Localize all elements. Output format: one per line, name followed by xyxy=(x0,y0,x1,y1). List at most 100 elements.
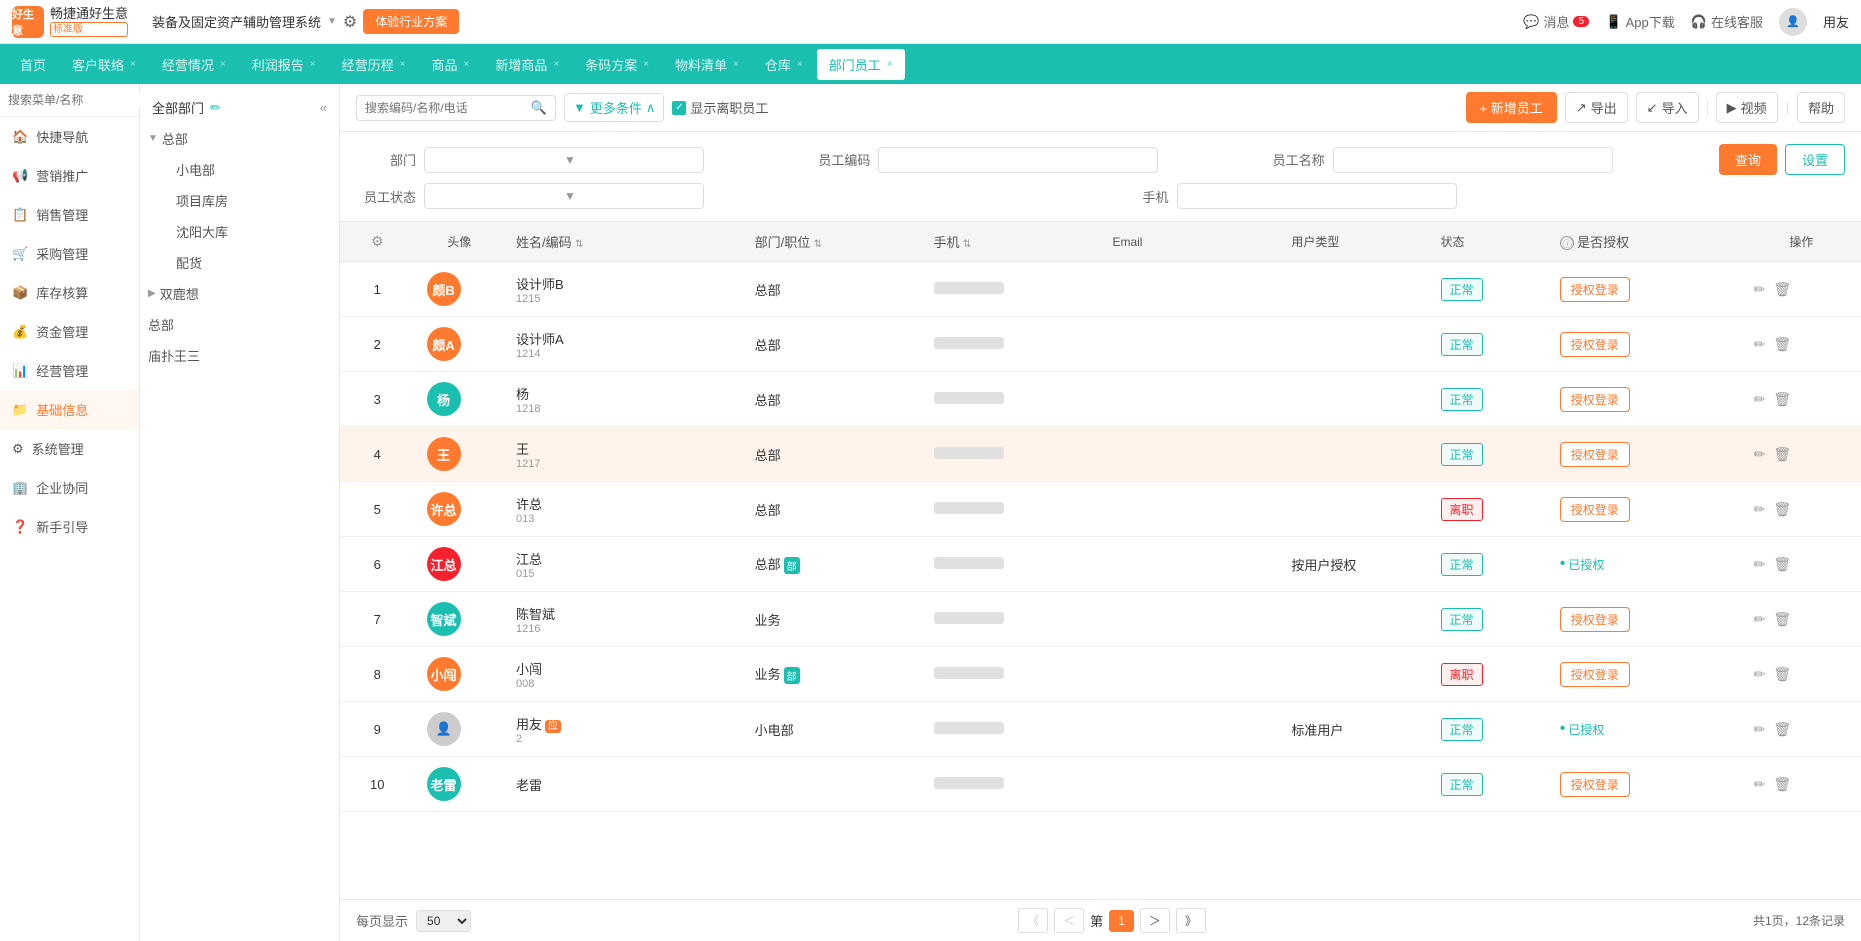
search-input[interactable] xyxy=(365,101,527,115)
tab-customer[interactable]: 客户联络 × xyxy=(60,49,148,80)
close-icon[interactable]: × xyxy=(553,59,559,70)
auth-button[interactable]: 授权登录 xyxy=(1560,607,1630,632)
resigned-checkbox[interactable]: ✓ xyxy=(672,101,686,115)
help-button[interactable]: 帮助 xyxy=(1797,92,1845,123)
app-download-action[interactable]: 📱 App下载 xyxy=(1605,12,1674,31)
edit-icon[interactable]: ✏ xyxy=(1754,666,1766,683)
sidebar-item-system[interactable]: ⚙ 系统管理 xyxy=(0,429,139,468)
auth-button[interactable]: 授权登录 xyxy=(1560,662,1630,687)
sidebar-item-quicknav[interactable]: 🏠 快捷导航 xyxy=(0,117,139,156)
delete-icon[interactable]: 🗑 xyxy=(1773,556,1791,573)
tree-item-general[interactable]: ▼ 总部 xyxy=(140,123,339,154)
delete-icon[interactable]: 🗑 xyxy=(1773,336,1791,353)
prev-page-button[interactable]: ＜ xyxy=(1054,908,1084,933)
sidebar-item-marketing[interactable]: 📢 营销推广 xyxy=(0,156,139,195)
delete-icon[interactable]: 🗑 xyxy=(1773,446,1791,463)
sidebar-item-operation[interactable]: 📊 经营管理 xyxy=(0,351,139,390)
tab-profit[interactable]: 利润报告 × xyxy=(240,49,328,80)
tree-item-project[interactable]: 项目库房 xyxy=(168,185,339,216)
user-avatar[interactable]: 👤 xyxy=(1779,8,1807,36)
tab-barcode[interactable]: 条码方案 × xyxy=(573,49,661,80)
sort-icon[interactable]: ⇅ xyxy=(963,239,971,250)
page-size-select[interactable]: 50 20 100 xyxy=(416,910,471,932)
edit-icon[interactable]: ✏ xyxy=(1754,721,1766,738)
tree-item-zongbu[interactable]: 总部 xyxy=(140,309,339,340)
close-icon[interactable]: × xyxy=(220,59,226,70)
delete-icon[interactable]: 🗑 xyxy=(1773,391,1791,408)
auth-button[interactable]: 授权登录 xyxy=(1560,442,1630,467)
edit-icon[interactable]: ✏ xyxy=(1754,611,1766,628)
set-button[interactable]: 设置 xyxy=(1785,144,1845,175)
edit-icon[interactable]: ✏ xyxy=(1754,336,1766,353)
query-button[interactable]: 查询 xyxy=(1719,144,1777,175)
auth-button[interactable]: 授权登录 xyxy=(1560,497,1630,522)
current-page-button[interactable]: 1 xyxy=(1109,910,1134,932)
close-icon[interactable]: × xyxy=(310,59,316,70)
experience-button[interactable]: 体验行业方案 xyxy=(363,9,459,34)
last-page-button[interactable]: 》 xyxy=(1176,908,1206,933)
delete-icon[interactable]: 🗑 xyxy=(1773,666,1791,683)
filter-status-select[interactable]: ▼ xyxy=(424,183,704,209)
sidebar-item-basic[interactable]: 📁 基础信息 xyxy=(0,390,139,429)
delete-icon[interactable]: 🗑 xyxy=(1773,721,1791,738)
import-button[interactable]: ↙ 导入 xyxy=(1636,92,1699,123)
tree-item-shuanglu[interactable]: ▶ 双鹿想 xyxy=(140,278,339,309)
filter-dept-select[interactable]: ▼ xyxy=(424,147,704,173)
tab-process[interactable]: 经营历程 × xyxy=(330,49,418,80)
edit-icon[interactable]: ✏ xyxy=(1754,556,1766,573)
close-icon[interactable]: × xyxy=(463,59,469,70)
edit-icon[interactable]: ✏ xyxy=(1754,281,1766,298)
filter-phone-input[interactable] xyxy=(1177,183,1457,209)
delete-icon[interactable]: 🗑 xyxy=(1773,281,1791,298)
sort-icon[interactable]: ⇅ xyxy=(575,239,583,250)
tab-goods[interactable]: 商品 × xyxy=(419,49,481,80)
auth-button[interactable]: 授权登录 xyxy=(1560,387,1630,412)
close-icon[interactable]: × xyxy=(887,59,893,70)
tab-addgoods[interactable]: 新增商品 × xyxy=(483,49,571,80)
sidebar-item-finance[interactable]: 💰 资金管理 xyxy=(0,312,139,351)
tab-warehouse[interactable]: 仓库 × xyxy=(753,49,815,80)
tab-material[interactable]: 物料清单 × xyxy=(663,49,751,80)
next-page-button[interactable]: ＞ xyxy=(1140,908,1170,933)
message-action[interactable]: 💬 消息 5 xyxy=(1523,12,1589,31)
edit-icon[interactable]: ✏ xyxy=(1754,391,1766,408)
edit-icon[interactable]: ✏ xyxy=(1754,446,1766,463)
tab-business[interactable]: 经营情况 × xyxy=(150,49,238,80)
tab-staff[interactable]: 部门员工 × xyxy=(817,49,905,80)
th-settings[interactable]: ⚙ xyxy=(340,222,415,262)
sidebar-item-guide[interactable]: ❓ 新手引导 xyxy=(0,507,139,546)
auth-button[interactable]: 授权登录 xyxy=(1560,332,1630,357)
tab-home[interactable]: 首页 xyxy=(8,49,58,80)
sidebar-item-sales[interactable]: 📋 销售管理 xyxy=(0,195,139,234)
table-settings-icon[interactable]: ⚙ xyxy=(371,233,384,249)
delete-icon[interactable]: 🗑 xyxy=(1773,776,1791,793)
system-arrow[interactable]: ▼ xyxy=(327,16,337,27)
tree-item-peihuo[interactable]: 配货 xyxy=(168,247,339,278)
sort-icon[interactable]: ⇅ xyxy=(814,239,822,250)
delete-icon[interactable]: 🗑 xyxy=(1773,611,1791,628)
tree-item-shenyang[interactable]: 沈阳大库 xyxy=(168,216,339,247)
filter-empname-input[interactable] xyxy=(1333,147,1613,173)
tree-edit-icon[interactable]: ✏ xyxy=(210,100,221,116)
close-icon[interactable]: × xyxy=(797,59,803,70)
sidebar-item-inventory[interactable]: 📦 库存核算 xyxy=(0,273,139,312)
show-resigned-toggle[interactable]: ✓ 显示离职员工 xyxy=(672,98,768,117)
online-service-action[interactable]: 🎧 在线客服 xyxy=(1691,12,1763,31)
edit-icon[interactable]: ✏ xyxy=(1754,501,1766,518)
video-button[interactable]: ▶ 视频 xyxy=(1716,92,1778,123)
filter-more-button[interactable]: ▼ 更多条件 ∧ xyxy=(564,93,664,122)
auth-button[interactable]: 授权登录 xyxy=(1560,772,1630,797)
export-button[interactable]: ↗ 导出 xyxy=(1565,92,1628,123)
close-icon[interactable]: × xyxy=(643,59,649,70)
auth-button[interactable]: 授权登录 xyxy=(1560,277,1630,302)
add-staff-button[interactable]: + 新增员工 xyxy=(1466,92,1557,123)
first-page-button[interactable]: 《 xyxy=(1018,908,1048,933)
info-icon[interactable]: ⓘ xyxy=(1560,236,1574,250)
close-icon[interactable]: × xyxy=(733,59,739,70)
delete-icon[interactable]: 🗑 xyxy=(1773,501,1791,518)
tree-item-xiaodian[interactable]: 小电部 xyxy=(168,154,339,185)
sidebar-item-corp[interactable]: 🏢 企业协同 xyxy=(0,468,139,507)
filter-empcode-input[interactable] xyxy=(878,147,1158,173)
tree-item-miaopuwangsan[interactable]: 庙扑王三 xyxy=(140,340,339,371)
edit-icon[interactable]: ✏ xyxy=(1754,776,1766,793)
